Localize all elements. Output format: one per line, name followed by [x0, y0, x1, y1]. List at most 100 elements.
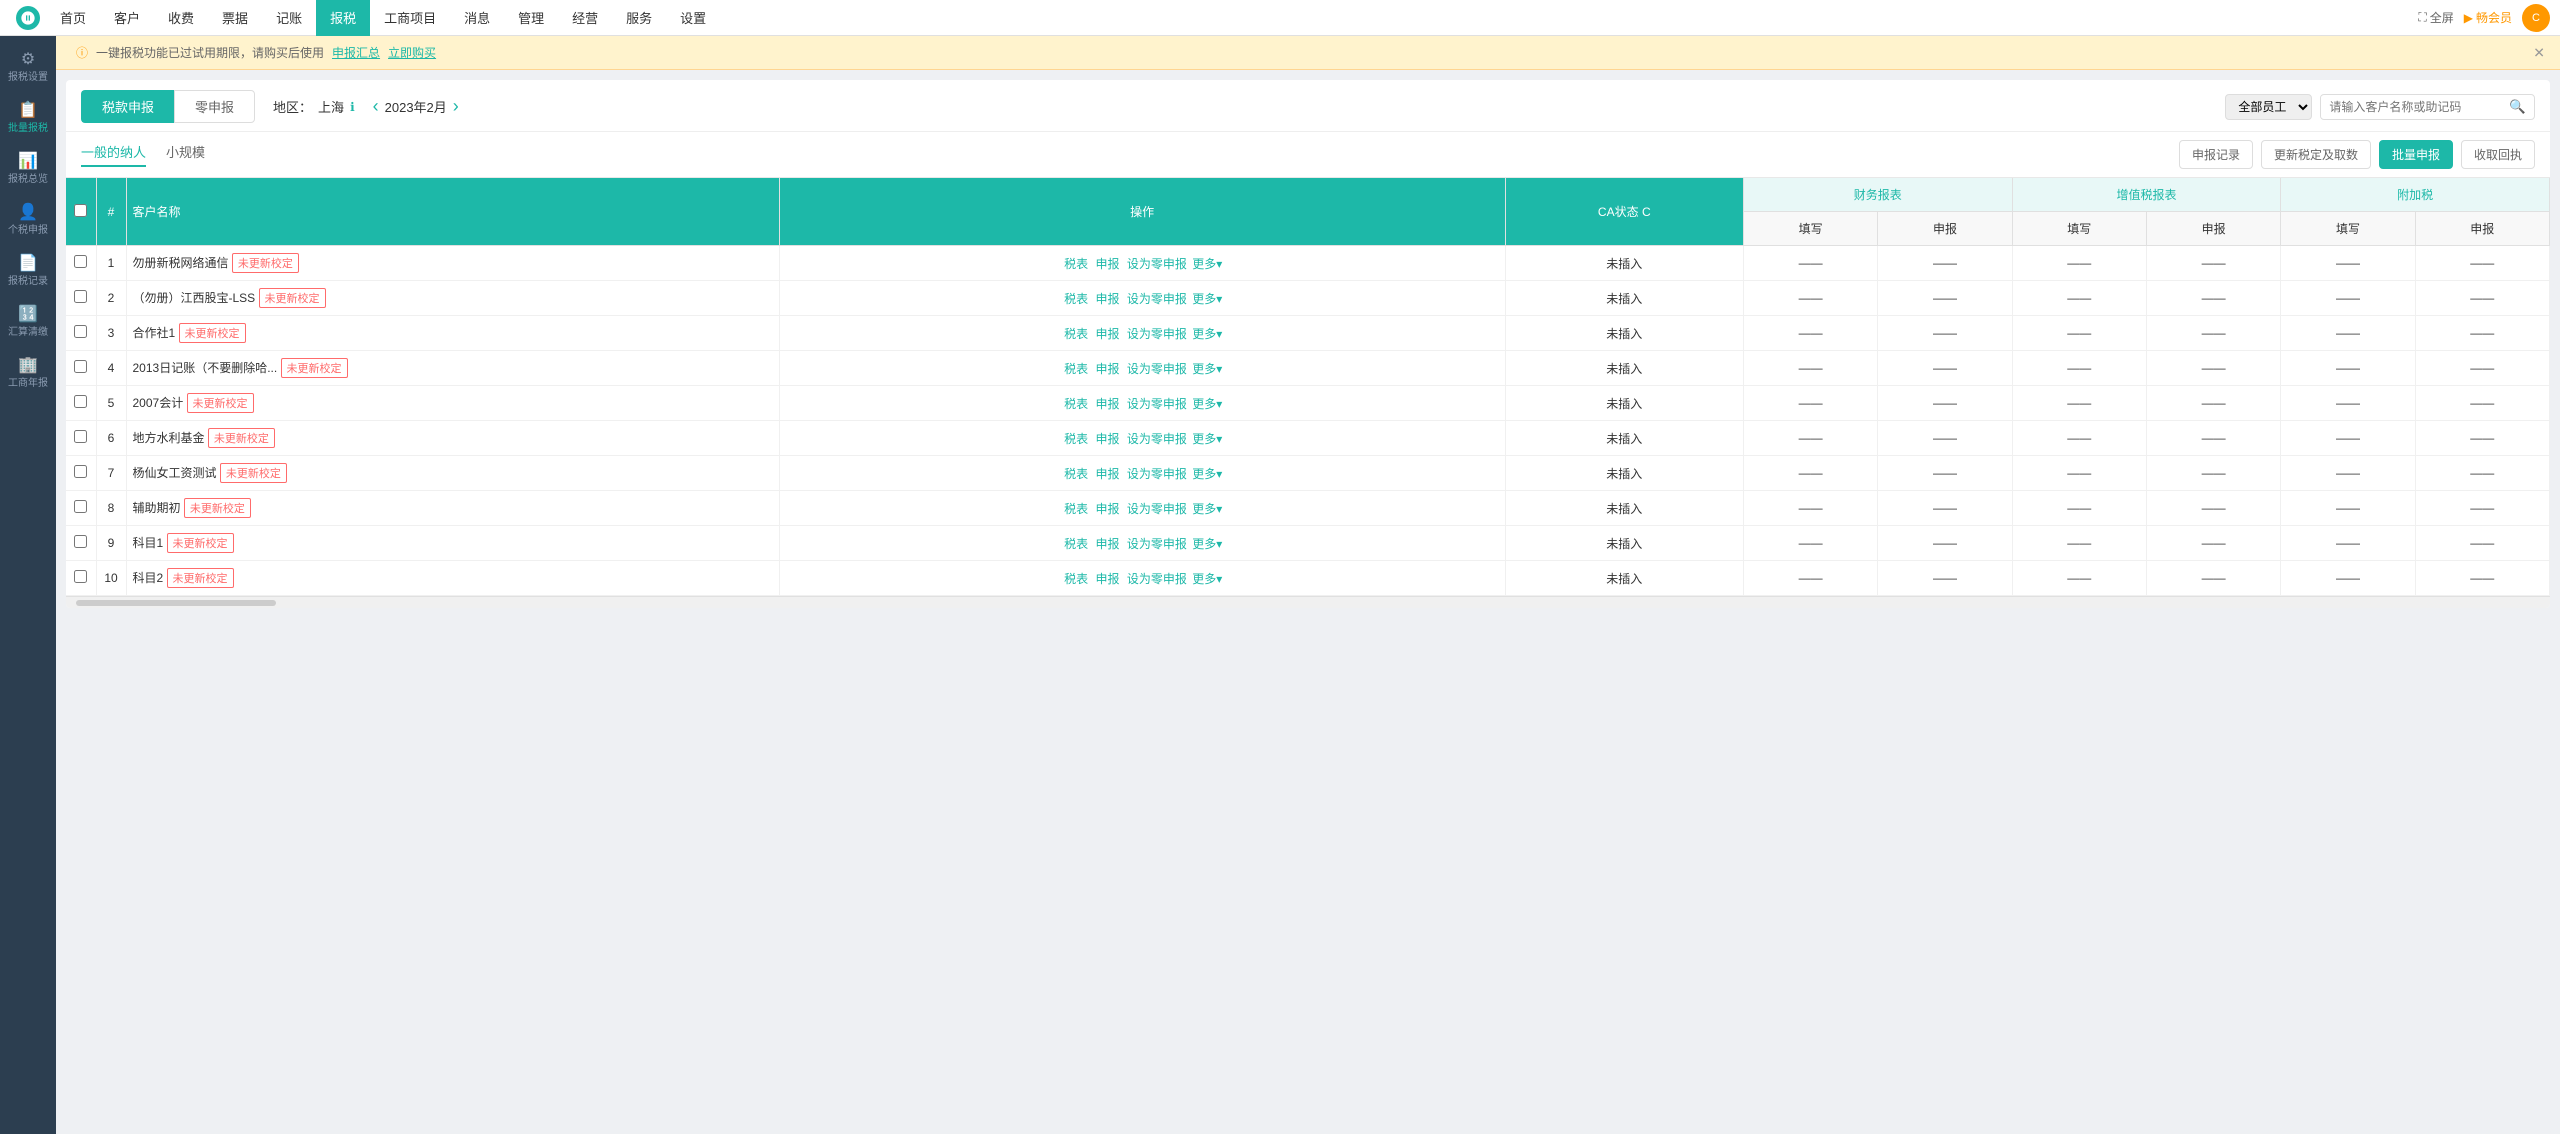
date-next-button[interactable]: ›: [453, 96, 459, 117]
op-zero[interactable]: 设为零申报: [1127, 327, 1187, 341]
op-declare[interactable]: 申报: [1095, 292, 1119, 306]
op-tax-table[interactable]: 税表: [1064, 467, 1088, 481]
op-zero[interactable]: 设为零申报: [1127, 572, 1187, 586]
op-zero[interactable]: 设为零申报: [1127, 362, 1187, 376]
op-more[interactable]: 更多▾: [1192, 502, 1222, 516]
op-more[interactable]: 更多▾: [1192, 397, 1222, 411]
batch-declare-button[interactable]: 批量申报: [2379, 140, 2453, 169]
nav-settings[interactable]: 设置: [666, 0, 720, 36]
op-tax-table[interactable]: 税表: [1064, 257, 1088, 271]
row-select-checkbox[interactable]: [74, 325, 87, 338]
sidebar-item-tax-records[interactable]: 📄 报税记录: [0, 245, 56, 296]
op-declare[interactable]: 申报: [1095, 362, 1119, 376]
op-declare[interactable]: 申报: [1095, 502, 1119, 516]
nav-fee[interactable]: 收费: [154, 0, 208, 36]
row-select-checkbox[interactable]: [74, 570, 87, 583]
nav-message[interactable]: 消息: [450, 0, 504, 36]
sidebar-item-business-report[interactable]: 🏢 工商年报: [0, 347, 56, 398]
nav-manage[interactable]: 管理: [504, 0, 558, 36]
nav-business[interactable]: 工商项目: [370, 0, 450, 36]
data-table: # 客户名称 ▼ 操作 CA状态 C 财务报表 增值税报表 附加税 填写: [66, 178, 2550, 596]
op-zero[interactable]: 设为零申报: [1127, 467, 1187, 481]
search-input[interactable]: [2321, 96, 2501, 118]
banner-close-button[interactable]: ✕: [2533, 44, 2545, 61]
op-tax-table[interactable]: 税表: [1064, 572, 1088, 586]
buy-now-link[interactable]: 立即购买: [388, 44, 436, 61]
update-tax-button[interactable]: 更新税定及取数: [2261, 140, 2371, 169]
withdraw-button[interactable]: 收取回执: [2461, 140, 2535, 169]
row-vat-dec: ——: [2146, 421, 2280, 456]
row-select-checkbox[interactable]: [74, 360, 87, 373]
row-select-checkbox[interactable]: [74, 465, 87, 478]
nav-operation[interactable]: 经营: [558, 0, 612, 36]
op-zero[interactable]: 设为零申报: [1127, 257, 1187, 271]
records-button[interactable]: 申报记录: [2179, 140, 2253, 169]
op-declare[interactable]: 申报: [1095, 467, 1119, 481]
table-row: 7 杨仙女工资测试 未更新校定 税表 申报 设为零申报 更多▾ 未插入 —— —…: [66, 456, 2550, 491]
nav-accounting[interactable]: 记账: [262, 0, 316, 36]
op-more[interactable]: 更多▾: [1192, 537, 1222, 551]
row-add-fill: ——: [2281, 281, 2415, 316]
fullscreen-button[interactable]: ⛶ 全屏: [2418, 9, 2453, 26]
tab-tax-declare[interactable]: 税款申报: [81, 90, 174, 123]
op-zero[interactable]: 设为零申报: [1127, 432, 1187, 446]
op-tax-table[interactable]: 税表: [1064, 292, 1088, 306]
op-tax-table[interactable]: 税表: [1064, 432, 1088, 446]
op-more[interactable]: 更多▾: [1192, 467, 1222, 481]
op-declare[interactable]: 申报: [1095, 327, 1119, 341]
op-zero[interactable]: 设为零申报: [1127, 537, 1187, 551]
user-avatar[interactable]: C: [2522, 4, 2550, 32]
sidebar-item-calc-clear[interactable]: 🔢 汇算清缴: [0, 296, 56, 347]
row-select-checkbox[interactable]: [74, 255, 87, 268]
op-more[interactable]: 更多▾: [1192, 292, 1222, 306]
op-more[interactable]: 更多▾: [1192, 327, 1222, 341]
op-more[interactable]: 更多▾: [1192, 257, 1222, 271]
tab-small-scale[interactable]: 小规模: [166, 142, 205, 167]
op-tax-table[interactable]: 税表: [1064, 397, 1088, 411]
type-bar: 一般的纳人 小规模 申报记录 更新税定及取数 批量申报 收取回执: [66, 132, 2550, 178]
op-more[interactable]: 更多▾: [1192, 362, 1222, 376]
op-declare[interactable]: 申报: [1095, 537, 1119, 551]
op-declare[interactable]: 申报: [1095, 432, 1119, 446]
op-zero[interactable]: 设为零申报: [1127, 502, 1187, 516]
nav-customer[interactable]: 客户: [100, 0, 154, 36]
op-tax-table[interactable]: 税表: [1064, 327, 1088, 341]
op-zero[interactable]: 设为零申报: [1127, 397, 1187, 411]
nav-home[interactable]: 首页: [46, 0, 100, 36]
sidebar-item-tax-overview[interactable]: 📊 报税总览: [0, 143, 56, 194]
sidebar-item-tax-settings[interactable]: ⚙ 报税设置: [0, 41, 56, 92]
op-tax-table[interactable]: 税表: [1064, 537, 1088, 551]
op-more[interactable]: 更多▾: [1192, 432, 1222, 446]
nav-invoice[interactable]: 票据: [208, 0, 262, 36]
search-button[interactable]: 🔍: [2501, 95, 2534, 119]
horizontal-scrollbar[interactable]: [76, 600, 276, 606]
op-declare[interactable]: 申报: [1095, 572, 1119, 586]
op-declare[interactable]: 申报: [1095, 397, 1119, 411]
sidebar-item-personal-tax[interactable]: 👤 个税申报: [0, 194, 56, 245]
row-select-checkbox[interactable]: [74, 290, 87, 303]
upgrade-button[interactable]: ▶ 畅会员: [2464, 9, 2512, 26]
nav-service[interactable]: 服务: [612, 0, 666, 36]
sidebar-item-batch-tax[interactable]: 📋 批量报税: [0, 92, 56, 143]
staff-select[interactable]: 全部员工: [2225, 94, 2312, 120]
op-zero[interactable]: 设为零申报: [1127, 292, 1187, 306]
report-summary-link[interactable]: 申报汇总: [332, 44, 380, 61]
select-all-checkbox[interactable]: [74, 204, 87, 217]
op-tax-table[interactable]: 税表: [1064, 502, 1088, 516]
row-ops: 税表 申报 设为零申报 更多▾: [779, 281, 1505, 316]
row-select-checkbox[interactable]: [74, 430, 87, 443]
row-select-checkbox[interactable]: [74, 500, 87, 513]
op-declare[interactable]: 申报: [1095, 257, 1119, 271]
ca-filter-icon[interactable]: C: [1642, 205, 1651, 219]
row-num: 9: [96, 526, 126, 561]
date-prev-button[interactable]: ‹: [373, 96, 379, 117]
tab-general-taxpayer[interactable]: 一般的纳人: [81, 142, 146, 167]
row-select-checkbox[interactable]: [74, 535, 87, 548]
op-more[interactable]: 更多▾: [1192, 572, 1222, 586]
scroll-bar[interactable]: [66, 596, 2550, 608]
row-select-checkbox[interactable]: [74, 395, 87, 408]
op-tax-table[interactable]: 税表: [1064, 362, 1088, 376]
nav-tax[interactable]: 报税: [316, 0, 370, 36]
tab-zero-declare[interactable]: 零申报: [174, 90, 255, 123]
row-checkbox: [66, 456, 96, 491]
